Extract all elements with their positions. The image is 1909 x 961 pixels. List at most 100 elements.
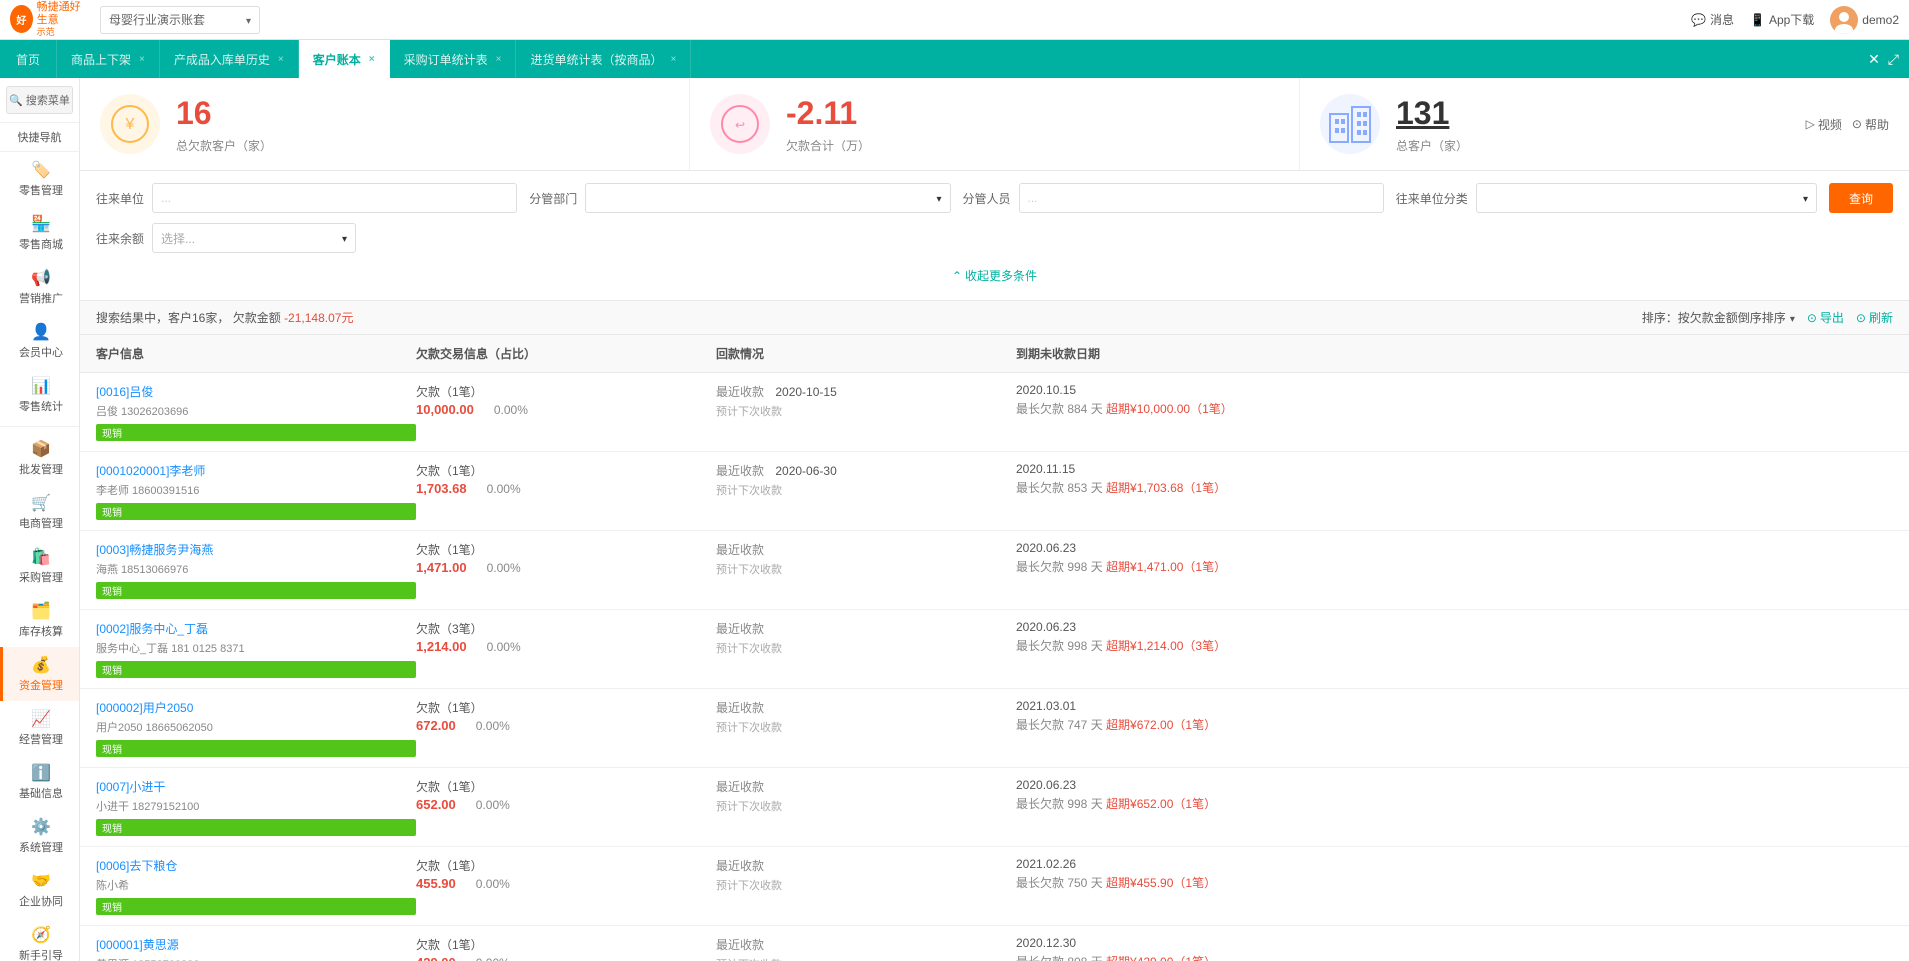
tag-xian-6: 现销 [96,898,416,915]
customer-name-link-1[interactable]: [0001020001]李老师 [96,462,416,479]
retail-mgmt-icon: 🏷️ [31,160,51,180]
sidebar-quick-nav[interactable]: 快捷导航 [0,123,79,152]
collapse-btn[interactable]: ⌃ 收起更多条件 [952,267,1037,284]
due-days-5: 最长欠款 998 天 [1016,797,1106,811]
sort-select[interactable]: 排序：按欠款金额倒序排序 [1642,309,1795,326]
tab-purchase-order[interactable]: 采购订单统计表 × [390,40,517,78]
sidebar-item-ecommerce[interactable]: 🛒 电商管理 [0,485,79,539]
customer-name-link-7[interactable]: [000001]黄思源 [96,936,416,953]
sidebar-item-retail-mall[interactable]: 🏪 零售商城 [0,206,79,260]
overdue-link-2[interactable]: 超期¥1,471.00（1笔） [1106,560,1226,574]
customer-detail-3: 服务中心_丁磊 181 0125 8371 [96,640,416,656]
sort-chevron-icon [1790,311,1795,325]
customer-detail-2: 海燕 18513066976 [96,561,416,577]
export-btn[interactable]: ⊙ 导出 [1807,309,1844,326]
help-btn[interactable]: ⊙ 帮助 [1852,116,1889,133]
filter-person-input[interactable]: ... [1019,183,1384,213]
table-row-inner: [0016]吕俊 吕俊 13026203696 现销 欠款（1笔） 10,000… [80,373,1909,451]
close-icon[interactable]: × [369,54,375,65]
filter-unit-input[interactable]: ... [152,183,517,213]
customer-name-link-0[interactable]: [0016]吕俊 [96,383,416,400]
due-info-0: 2020.10.15 最长欠款 884 天 超期¥10,000.00（1笔） [1016,383,1893,417]
video-btn[interactable]: ▷ 视频 [1806,116,1842,133]
overdue-link-6[interactable]: 超期¥455.90（1笔） [1106,876,1216,890]
overdue-link-4[interactable]: 超期¥672.00（1笔） [1106,718,1216,732]
overdue-link-7[interactable]: 超期¥429.00（1笔） [1106,955,1216,961]
tab-customer-account[interactable]: 客户账本 × [299,40,390,78]
tab-product-history[interactable]: 产成品入库单历史 × [160,40,299,78]
nav-close-all-icon[interactable]: ✕ [1868,51,1880,68]
table-row-inner: [0002]服务中心_丁磊 服务中心_丁磊 181 0125 8371 现销 欠… [80,610,1909,688]
sidebar-item-retail-stats[interactable]: 📊 零售统计 [0,368,79,422]
filter-category-select[interactable] [1476,183,1817,213]
table-container: 客户信息 欠款交易信息（占比） 回款情况 到期未收款日期 [0016]吕俊 吕俊… [80,335,1909,961]
return-info-5: 最近收款 预计下次收款 [716,778,1016,814]
return-info-6: 最近收款 预计下次收款 [716,857,1016,893]
sidebar-item-guide[interactable]: 🧭 新手引导 [0,917,79,961]
sidebar-item-batch-mgmt[interactable]: 📦 批发管理 [0,431,79,485]
customer-detail-4: 用户2050 18665062050 [96,719,416,735]
debt-row-1: 欠款（1笔） [416,462,716,479]
due-days-6: 最长欠款 750 天 [1016,876,1106,890]
customer-name-link-3[interactable]: [0002]服务中心_丁磊 [96,620,416,637]
sidebar-item-retail-mgmt[interactable]: 🏷️ 零售管理 [0,152,79,206]
sidebar-item-capital[interactable]: 💰 资金管理 [0,647,79,701]
store-selector[interactable]: 母婴行业演示账套 [100,6,260,34]
close-icon[interactable]: × [278,54,284,65]
filter-dept-select[interactable] [585,183,950,213]
main-layout: 🔍 搜索菜单 快捷导航 🏷️ 零售管理 🏪 零售商城 📢 营销推广 👤 会员中心… [0,78,1909,961]
search-btn[interactable]: 查询 [1829,183,1893,213]
overdue-link-0[interactable]: 超期¥10,000.00（1笔） [1106,402,1233,416]
stat-number-1: 16 [176,94,669,132]
return-date-0: 2020-10-15 [775,385,836,399]
stat-card-debt-total: ↩ -2.11 欠款合计（万） [690,78,1300,170]
debt-amount-0: 10,000.00 [416,402,474,417]
tag-xian-1: 现销 [96,503,416,520]
col-return-info: 回款情况 [716,345,1016,362]
tab-incoming-stats[interactable]: 进货单统计表（按商品） × [516,40,691,78]
tab-home[interactable]: 首页 [0,40,57,78]
table-row-inner: [0001020001]李老师 李老师 18600391516 现销 欠款（1笔… [80,452,1909,530]
user-menu[interactable]: demo2 [1830,6,1899,34]
sidebar-item-basic[interactable]: ℹ️ 基础信息 [0,755,79,809]
customer-name-link-6[interactable]: [0006]去下粮仓 [96,857,416,874]
sidebar-item-corp[interactable]: 🤝 企业协同 [0,863,79,917]
overdue-link-1[interactable]: 超期¥1,703.68（1笔） [1106,481,1226,495]
customer-info-0: [0016]吕俊 吕俊 13026203696 现销 [96,383,416,441]
stat-body-1: 16 总欠款客户（家） [176,94,669,153]
refresh-btn[interactable]: ⊙ 刷新 [1856,309,1893,326]
search-menu-btn[interactable]: 🔍 搜索菜单 [6,86,73,114]
debt-amount-row-1: 1,703.68 0.00% [416,481,716,496]
overdue-link-3[interactable]: 超期¥1,214.00（3笔） [1106,639,1226,653]
message-btn[interactable]: 💬 消息 [1691,11,1734,28]
search-icon: 🔍 [9,94,23,107]
sidebar-item-ops[interactable]: 📈 经营管理 [0,701,79,755]
close-icon[interactable]: × [670,54,676,65]
return-date-1: 2020-06-30 [775,464,836,478]
sidebar-item-sys[interactable]: ⚙️ 系统管理 [0,809,79,863]
sidebar-item-member[interactable]: 👤 会员中心 [0,314,79,368]
nav-maximize-icon[interactable]: ⤢ [1888,51,1899,68]
customer-name-link-5[interactable]: [0007]小进干 [96,778,416,795]
customer-detail-6: 陈小希 [96,877,416,893]
overdue-link-5[interactable]: 超期¥652.00（1笔） [1106,797,1216,811]
app-download-btn[interactable]: 📱 App下载 [1750,11,1814,28]
customer-name-link-2[interactable]: [0003]畅捷服务尹海燕 [96,541,416,558]
sidebar-item-inventory[interactable]: 🗂️ 库存核算 [0,593,79,647]
close-icon[interactable]: × [139,54,145,65]
debt-label-6: 欠款（1笔） [416,857,483,874]
stat-body-3: 131 总客户（家） [1396,94,1770,153]
filter-balance-label: 往来余额 [96,230,144,247]
stats-row: ¥ 16 总欠款客户（家） ↩ -2.11 欠款合计（万） [80,78,1909,171]
tag-xian-3: 现销 [96,661,416,678]
debt-info-2: 欠款（1笔） 1,471.00 0.00% [416,541,716,575]
close-icon[interactable]: × [496,54,502,65]
tab-product-offline[interactable]: 商品上下架 × [57,40,160,78]
customer-name-link-4[interactable]: [000002]用户2050 [96,699,416,716]
sidebar-item-purchase[interactable]: 🛍️ 采购管理 [0,539,79,593]
tag-xian-5: 现销 [96,819,416,836]
filter-balance-select[interactable]: 选择... [152,223,356,253]
debt-percent-7: 0.00% [476,956,510,961]
sidebar-item-marketing[interactable]: 📢 营销推广 [0,260,79,314]
debt-info-1: 欠款（1笔） 1,703.68 0.00% [416,462,716,496]
